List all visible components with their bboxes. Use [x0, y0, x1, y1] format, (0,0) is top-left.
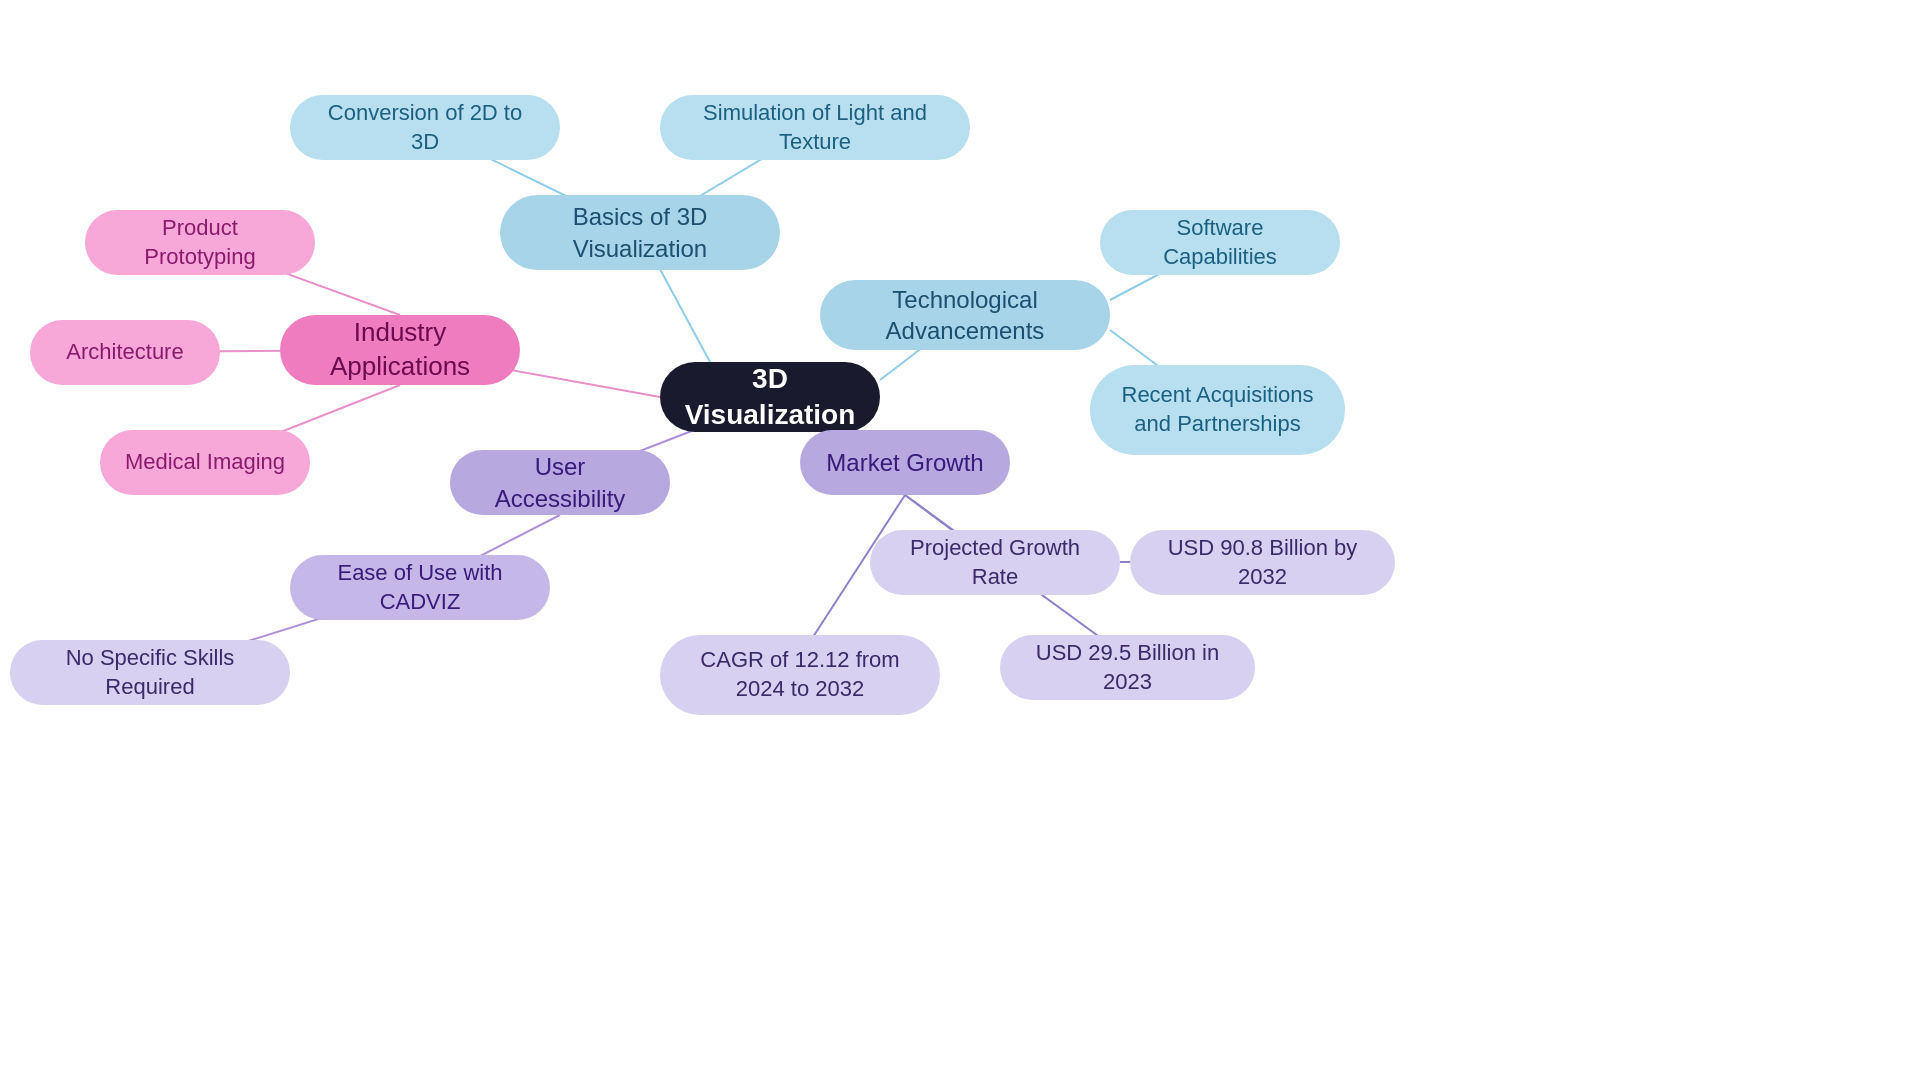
conversion-label: Conversion of 2D to 3D	[314, 99, 536, 156]
center-label: 3D Visualization	[684, 361, 856, 434]
software-capabilities-node: Software Capabilities	[1100, 210, 1340, 275]
industry-apps-label: Industry Applications	[304, 316, 496, 384]
usd-908-node: USD 90.8 Billion by 2032	[1130, 530, 1395, 595]
simulation-node: Simulation of Light and Texture	[660, 95, 970, 160]
architecture-node: Architecture	[30, 320, 220, 385]
basics-node: Basics of 3D Visualization	[500, 195, 780, 270]
conversion-node: Conversion of 2D to 3D	[290, 95, 560, 160]
cagr-label: CAGR of 12.12 from 2024 to 2032	[684, 646, 916, 703]
usd-295-label: USD 29.5 Billion in 2023	[1024, 639, 1231, 696]
architecture-label: Architecture	[66, 338, 183, 367]
medical-imaging-label: Medical Imaging	[125, 448, 285, 477]
simulation-label: Simulation of Light and Texture	[684, 99, 946, 156]
industry-apps-node: Industry Applications	[280, 315, 520, 385]
center-node: 3D Visualization	[660, 362, 880, 432]
market-growth-node: Market Growth	[800, 430, 1010, 495]
usd-295-node: USD 29.5 Billion in 2023	[1000, 635, 1255, 700]
market-growth-label: Market Growth	[826, 447, 983, 478]
no-skills-label: No Specific Skills Required	[34, 644, 266, 701]
ease-of-use-node: Ease of Use with CADVIZ	[290, 555, 550, 620]
usd-908-label: USD 90.8 Billion by 2032	[1154, 534, 1371, 591]
cagr-node: CAGR of 12.12 from 2024 to 2032	[660, 635, 940, 715]
user-accessibility-label: User Accessibility	[474, 451, 646, 513]
recent-acquisitions-label: Recent Acquisitions and Partnerships	[1114, 381, 1321, 438]
user-accessibility-node: User Accessibility	[450, 450, 670, 515]
projected-growth-rate-node: Projected Growth Rate	[870, 530, 1120, 595]
ease-of-use-label: Ease of Use with CADVIZ	[314, 559, 526, 616]
medical-imaging-node: Medical Imaging	[100, 430, 310, 495]
product-prototyping-label: Product Prototyping	[109, 214, 291, 271]
product-prototyping-node: Product Prototyping	[85, 210, 315, 275]
software-capabilities-label: Software Capabilities	[1124, 214, 1316, 271]
basics-label: Basics of 3D Visualization	[524, 201, 756, 263]
tech-advancements-label: Technological Advancements	[844, 284, 1086, 346]
no-skills-node: No Specific Skills Required	[10, 640, 290, 705]
recent-acquisitions-node: Recent Acquisitions and Partnerships	[1090, 365, 1345, 455]
tech-advancements-node: Technological Advancements	[820, 280, 1110, 350]
projected-growth-rate-label: Projected Growth Rate	[894, 534, 1096, 591]
